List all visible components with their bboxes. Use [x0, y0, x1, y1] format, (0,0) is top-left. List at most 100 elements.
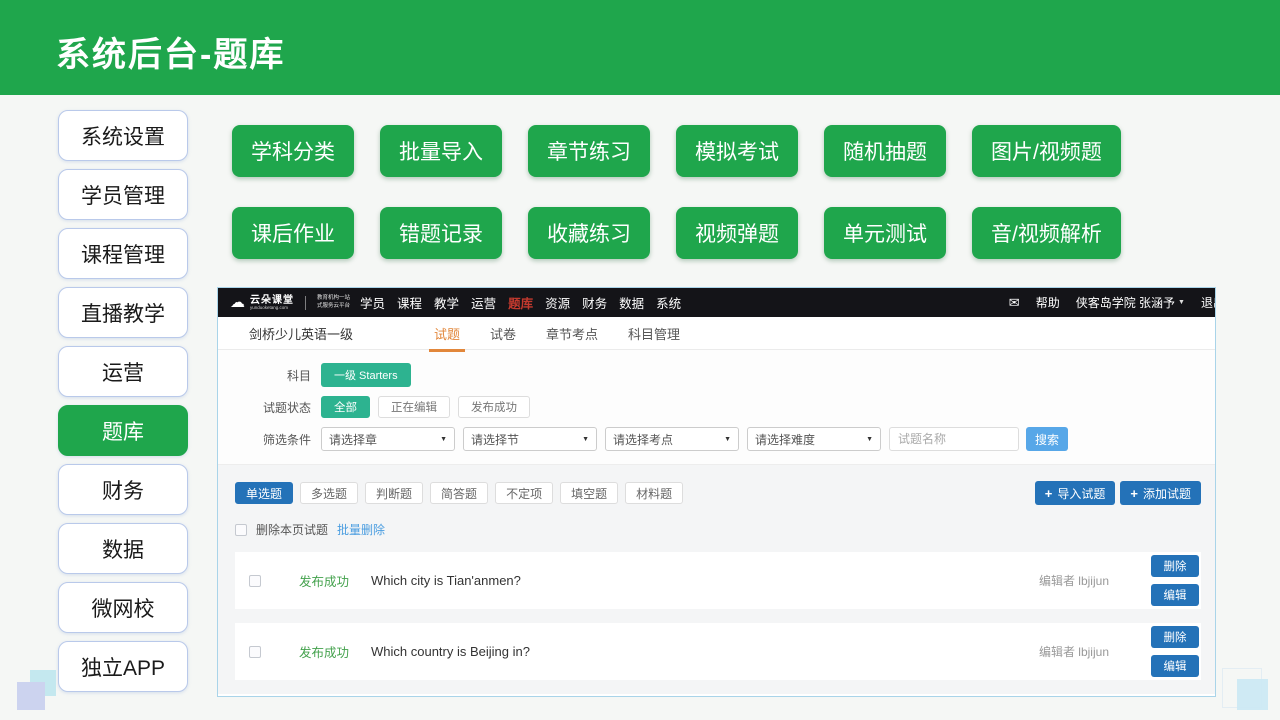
- tab-chapter-points[interactable]: 章节考点: [543, 324, 601, 343]
- feature-favorite-practice[interactable]: 收藏练习: [528, 207, 650, 259]
- question-list-area: 单选题 多选题 判断题 简答题 不定项 填空题 材料题 + 导入试题 + 添加试…: [218, 464, 1215, 694]
- qtype-indefinite[interactable]: 不定项: [495, 482, 553, 504]
- admin-topnav-menu: 学员 课程 教学 运营 题库 资源 财务 数据 系统: [360, 293, 681, 312]
- import-questions-button[interactable]: + 导入试题: [1035, 481, 1116, 505]
- feature-subject-category[interactable]: 学科分类: [232, 125, 354, 177]
- row-checkbox[interactable]: [249, 646, 261, 658]
- sidebar-item-system-settings[interactable]: 系统设置: [58, 110, 188, 161]
- account-name: 侠客岛学院 张涵予: [1076, 294, 1175, 311]
- chevron-down-icon: ▼: [866, 436, 873, 443]
- sidebar-item-student-management[interactable]: 学员管理: [58, 169, 188, 220]
- filter-row-status: 试题状态 全部 正在编辑 发布成功: [218, 396, 1215, 418]
- yunduo-logo: ☁ 云朵课堂 yunduoketang.com 教育机构一站 式服务云平台: [230, 295, 350, 311]
- status-published-button[interactable]: 发布成功: [458, 396, 530, 418]
- filter-row-subject: 科目 一级 Starters: [218, 363, 1215, 387]
- qtype-material[interactable]: 材料题: [625, 482, 683, 504]
- tab-papers[interactable]: 试卷: [487, 324, 519, 343]
- delete-button[interactable]: 删除: [1151, 555, 1199, 577]
- subject-label: 科目: [218, 367, 311, 384]
- editor-label: 编辑者 lbjijun: [1039, 643, 1109, 660]
- edit-button[interactable]: 编辑: [1151, 655, 1199, 677]
- qtype-fill-blank[interactable]: 填空题: [560, 482, 618, 504]
- topnav-item-system[interactable]: 系统: [656, 293, 681, 312]
- sidebar-item-live-teaching[interactable]: 直播教学: [58, 287, 188, 338]
- status-badge: 发布成功: [299, 571, 349, 590]
- logo-domain: yunduoketang.com: [250, 306, 294, 311]
- qtype-actions: + 导入试题 + 添加试题: [1035, 481, 1201, 505]
- point-select[interactable]: 请选择考点 ▼: [605, 427, 739, 451]
- sidebar-item-question-bank[interactable]: 题库: [58, 405, 188, 456]
- help-link[interactable]: 帮助: [1036, 294, 1060, 311]
- topnav-item-teaching[interactable]: 教学: [434, 293, 459, 312]
- feature-row-2: 课后作业 错题记录 收藏练习 视频弹题 单元测试 音/视频解析: [232, 207, 1121, 259]
- course-title: 剑桥少儿英语一级: [249, 324, 431, 343]
- chevron-down-icon: ▼: [1178, 299, 1185, 306]
- delete-button[interactable]: 删除: [1151, 626, 1199, 648]
- page-title: 系统后台-题库: [0, 0, 1280, 76]
- logo-tagline: 教育机构一站 式服务云平台: [317, 295, 350, 310]
- question-row: 发布成功 Which country is Beijing in? 编辑者 lb…: [235, 623, 1201, 680]
- feature-mock-exam[interactable]: 模拟考试: [676, 125, 798, 177]
- row-actions: 删除 编辑: [1151, 555, 1199, 606]
- status-label: 试题状态: [218, 399, 311, 416]
- sidebar-item-data[interactable]: 数据: [58, 523, 188, 574]
- question-name-input[interactable]: [889, 427, 1019, 451]
- sidebar-item-micro-school[interactable]: 微网校: [58, 582, 188, 633]
- account-menu[interactable]: 侠客岛学院 张涵予 ▼: [1076, 294, 1185, 311]
- status-editing-button[interactable]: 正在编辑: [378, 396, 450, 418]
- sidebar-item-operations[interactable]: 运营: [58, 346, 188, 397]
- mail-icon[interactable]: ✉: [1009, 295, 1020, 311]
- difficulty-select[interactable]: 请选择难度 ▼: [747, 427, 881, 451]
- qtype-multi-choice[interactable]: 多选题: [300, 482, 358, 504]
- logout-link[interactable]: 退出: [1201, 294, 1216, 311]
- topnav-item-resources[interactable]: 资源: [545, 293, 570, 312]
- topnav-item-students[interactable]: 学员: [360, 293, 385, 312]
- cloud-icon: ☁: [230, 295, 245, 310]
- plus-icon: +: [1130, 487, 1138, 500]
- decoration-square: [17, 682, 45, 710]
- row-checkbox[interactable]: [249, 575, 261, 587]
- feature-random-draw[interactable]: 随机抽题: [824, 125, 946, 177]
- filter-row-conditions: 筛选条件 请选择章 ▼ 请选择节 ▼ 请选择考点 ▼ 请选择难度 ▼ 搜索: [218, 427, 1215, 451]
- select-all-checkbox[interactable]: [235, 524, 247, 536]
- feature-batch-import[interactable]: 批量导入: [380, 125, 502, 177]
- chapter-select[interactable]: 请选择章 ▼: [321, 427, 455, 451]
- feature-chapter-practice[interactable]: 章节练习: [528, 125, 650, 177]
- topnav-item-finance[interactable]: 财务: [582, 293, 607, 312]
- feature-homework[interactable]: 课后作业: [232, 207, 354, 259]
- feature-unit-test[interactable]: 单元测试: [824, 207, 946, 259]
- feature-wrong-question-record[interactable]: 错题记录: [380, 207, 502, 259]
- admin-topnav: ☁ 云朵课堂 yunduoketang.com 教育机构一站 式服务云平台 学员…: [218, 288, 1215, 317]
- tab-questions[interactable]: 试题: [431, 324, 463, 343]
- topnav-item-data[interactable]: 数据: [619, 293, 644, 312]
- topnav-item-question-bank[interactable]: 题库: [508, 293, 533, 312]
- qtype-single-choice[interactable]: 单选题: [235, 482, 293, 504]
- feature-audio-video-analysis[interactable]: 音/视频解析: [972, 207, 1121, 259]
- editor-label: 编辑者 lbjijun: [1039, 572, 1109, 589]
- qtype-short-answer[interactable]: 简答题: [430, 482, 488, 504]
- subnav-tabs: 试题 试卷 章节考点 科目管理: [431, 324, 683, 343]
- question-type-tabs: 单选题 多选题 判断题 简答题 不定项 填空题 材料题 + 导入试题 + 添加试…: [235, 481, 1201, 505]
- question-text: Which city is Tian'anmen?: [371, 573, 521, 588]
- topnav-item-operations[interactable]: 运营: [471, 293, 496, 312]
- status-badge: 发布成功: [299, 642, 349, 661]
- subject-chip[interactable]: 一级 Starters: [321, 363, 411, 387]
- section-select[interactable]: 请选择节 ▼: [463, 427, 597, 451]
- filter-section: 科目 一级 Starters 试题状态 全部 正在编辑 发布成功 筛选条件 请选…: [218, 350, 1215, 464]
- qtype-true-false[interactable]: 判断题: [365, 482, 423, 504]
- status-all-button[interactable]: 全部: [321, 396, 370, 418]
- feature-image-video-question[interactable]: 图片/视频题: [972, 125, 1121, 177]
- sidebar-item-standalone-app[interactable]: 独立APP: [58, 641, 188, 692]
- edit-button[interactable]: 编辑: [1151, 584, 1199, 606]
- plus-icon: +: [1045, 487, 1053, 500]
- row-actions: 删除 编辑: [1151, 626, 1199, 677]
- search-button[interactable]: 搜索: [1026, 427, 1068, 451]
- sidebar-item-finance[interactable]: 财务: [58, 464, 188, 515]
- feature-video-popup-question[interactable]: 视频弹题: [676, 207, 798, 259]
- topnav-item-courses[interactable]: 课程: [397, 293, 422, 312]
- sidebar-item-course-management[interactable]: 课程管理: [58, 228, 188, 279]
- question-row: 发布成功 Which city is Tian'anmen? 编辑者 lbjij…: [235, 552, 1201, 609]
- tab-subject-management[interactable]: 科目管理: [625, 324, 683, 343]
- add-question-button[interactable]: + 添加试题: [1120, 481, 1201, 505]
- bulk-delete-link[interactable]: 批量删除: [337, 521, 385, 538]
